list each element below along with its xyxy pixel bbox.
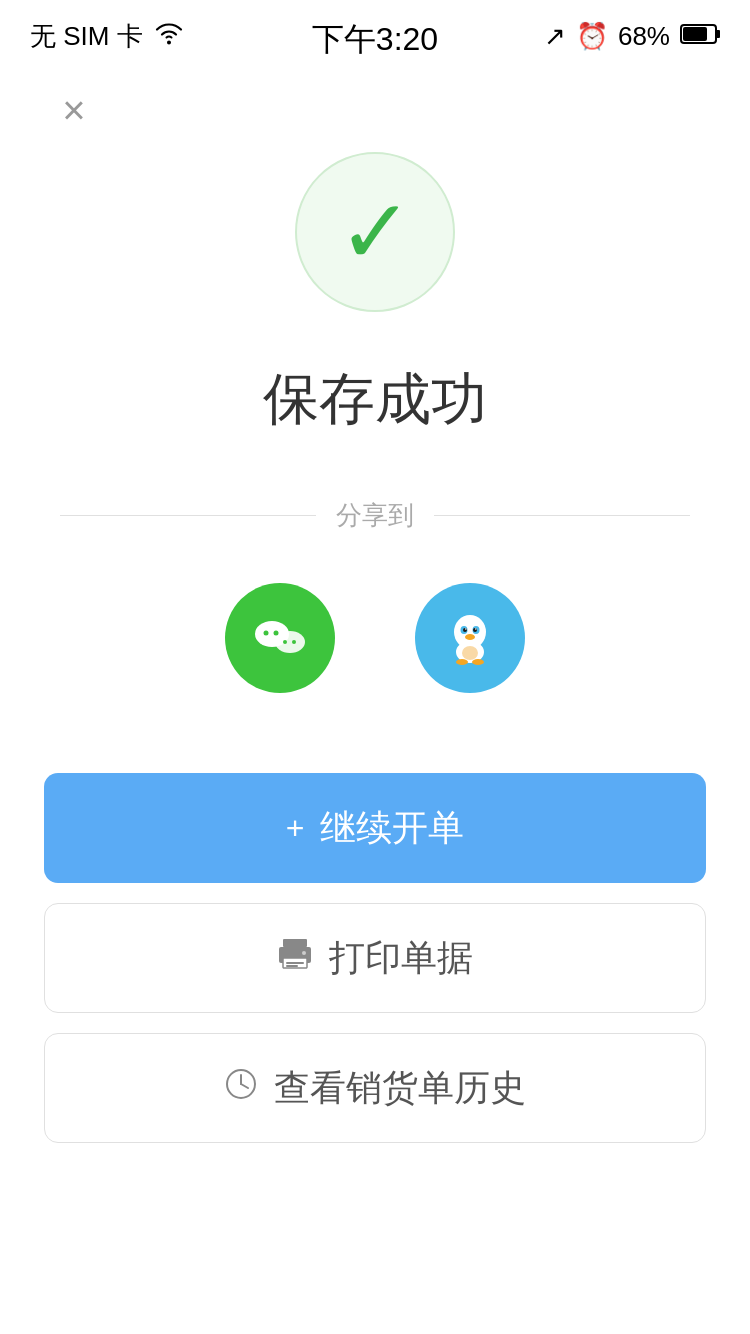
view-history-button[interactable]: 查看销货单历史 xyxy=(44,1033,706,1143)
svg-point-5 xyxy=(263,630,268,635)
battery-icon xyxy=(680,21,720,52)
checkmark-icon: ✓ xyxy=(338,187,413,277)
status-left: 无 SIM 卡 xyxy=(30,19,183,54)
wechat-logo-icon xyxy=(248,606,313,671)
status-bar: 无 SIM 卡 下午3:20 ↗ ⏰ 68% xyxy=(0,0,750,72)
carrier-text: 无 SIM 卡 xyxy=(30,19,143,54)
time-display: 下午3:20 xyxy=(312,18,438,62)
svg-rect-1 xyxy=(716,30,720,38)
svg-rect-2 xyxy=(683,27,707,41)
svg-rect-21 xyxy=(283,939,307,947)
svg-point-26 xyxy=(302,951,306,955)
success-icon-circle: ✓ xyxy=(295,152,455,312)
svg-point-18 xyxy=(462,646,478,660)
action-buttons: + 继续开单 打印单据 xyxy=(0,773,750,1143)
print-button[interactable]: 打印单据 xyxy=(44,903,706,1013)
svg-rect-25 xyxy=(286,965,298,967)
svg-rect-24 xyxy=(286,962,304,964)
svg-point-12 xyxy=(465,628,467,630)
svg-point-20 xyxy=(472,659,484,665)
wechat-share-button[interactable] xyxy=(225,583,335,693)
print-label: 打印单据 xyxy=(329,934,473,983)
qq-logo-icon xyxy=(438,606,503,671)
close-button[interactable]: × xyxy=(44,80,104,140)
alarm-icon: ⏰ xyxy=(576,21,608,52)
share-icons-row xyxy=(225,583,525,693)
share-divider: 分享到 xyxy=(0,498,750,533)
svg-point-15 xyxy=(475,628,477,630)
share-label: 分享到 xyxy=(316,498,434,533)
history-label: 查看销货单历史 xyxy=(274,1064,526,1113)
continue-order-label: 继续开单 xyxy=(320,804,464,853)
history-icon xyxy=(224,1067,258,1109)
print-icon xyxy=(277,938,313,978)
svg-point-19 xyxy=(456,659,468,665)
divider-line-right xyxy=(434,515,690,516)
success-title: 保存成功 xyxy=(263,362,487,438)
main-content: ✓ 保存成功 分享到 xyxy=(0,72,750,1143)
battery-text: 68% xyxy=(618,21,670,52)
location-icon: ↗ xyxy=(544,21,566,52)
continue-order-button[interactable]: + 继续开单 xyxy=(44,773,706,883)
svg-point-4 xyxy=(275,631,305,653)
qq-share-button[interactable] xyxy=(415,583,525,693)
status-right: ↗ ⏰ 68% xyxy=(544,21,720,52)
close-icon: × xyxy=(62,90,85,130)
divider-line-left xyxy=(60,515,316,516)
svg-point-6 xyxy=(273,630,278,635)
svg-point-16 xyxy=(465,634,475,640)
svg-line-29 xyxy=(241,1084,248,1088)
svg-point-8 xyxy=(292,640,296,644)
svg-point-7 xyxy=(283,640,287,644)
plus-icon: + xyxy=(286,810,305,847)
wifi-icon xyxy=(155,21,183,52)
